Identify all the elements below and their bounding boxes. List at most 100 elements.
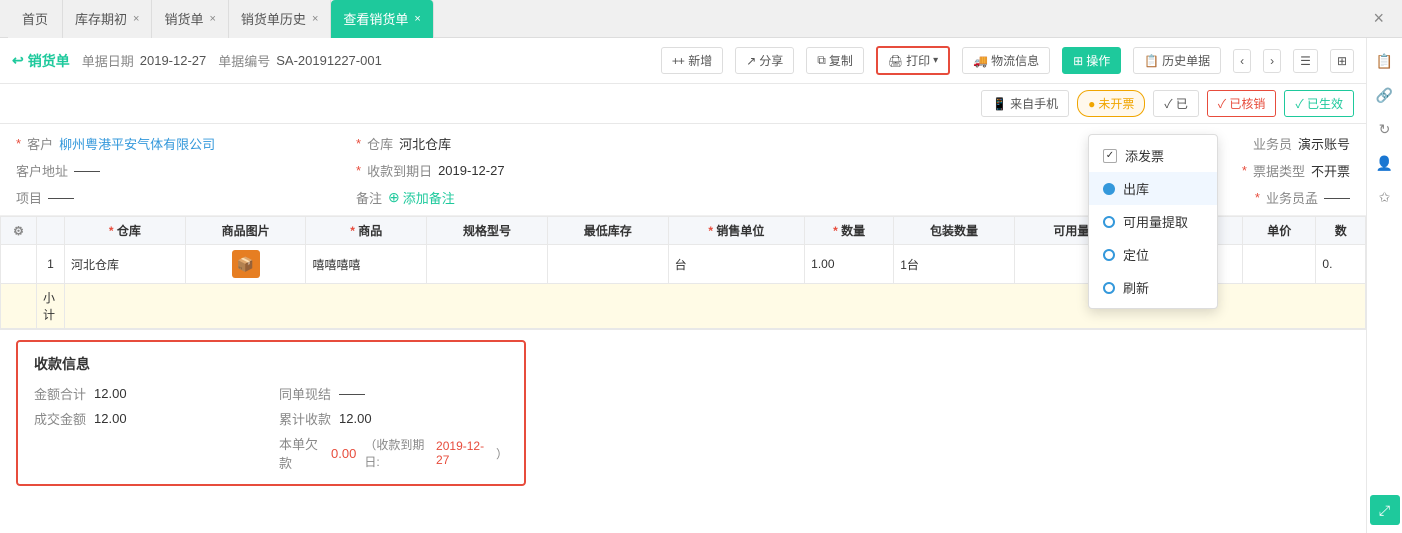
ops-icon: ⊞ [1073,54,1083,68]
col-spec: 规格型号 [427,217,548,245]
circle-icon: ● [1088,97,1095,111]
due-row: 本单欠款 0.00 （收款到期日: 2019-12-27 ） [279,434,508,472]
plus-remark-icon: ⊕ [388,189,400,206]
sidebar-link-icon[interactable]: 🔗 [1370,80,1400,110]
share-icon: ↗ [746,54,756,68]
next-btn[interactable]: › [1263,49,1281,73]
sidebar-expand-icon[interactable]: ⤢ [1370,495,1400,525]
current-due-field [34,434,263,472]
list-view-btn[interactable]: ☰ [1293,49,1318,73]
row-sales-unit: 台 [668,245,805,284]
operator-field: 业务员 演示账号 [1253,134,1350,153]
col-amount: 数 [1316,217,1366,245]
sales-icon: ↩ [12,52,24,69]
sidebar-person-icon[interactable]: 👤 [1370,148,1400,178]
tab-close-history[interactable]: × [312,13,318,25]
dropdown-item-refresh[interactable]: 刷新 [1089,271,1217,304]
locate-dot-icon [1103,249,1115,261]
checkbox-icon: ✓ [1103,149,1117,163]
row-settings [1,245,37,284]
grid-view-btn[interactable]: ⊞ [1330,49,1354,73]
sidebar-copy-icon[interactable]: 📋 [1370,46,1400,76]
row-spec [427,245,548,284]
from-phone-btn[interactable]: 📱 来自手机 [981,90,1069,117]
tab-inventory-init[interactable]: 库存期初 × [63,0,152,38]
row-product: 嘻嘻嘻嘻 [306,245,427,284]
salesperson-field: * 业务员孟 —— [1255,188,1350,207]
sidebar-star-icon[interactable]: ✩ [1370,182,1400,212]
confirm-btn[interactable]: ✓ 已 [1153,90,1199,117]
row-num: 1 [37,245,65,284]
row-unit-price [1243,245,1316,284]
already-sold-btn[interactable]: ✓ 已核销 [1207,90,1277,117]
history-btn[interactable]: 📋 历史单据 [1133,47,1221,74]
ticket-type-field: * 票据类型 不开票 [1242,161,1350,180]
content-area: ↩ 销货单 单据日期 2019-12-27 单据编号 SA-20191227-0… [0,38,1366,533]
col-quantity: * 数量 [805,217,894,245]
copy-icon: ⧉ [817,53,826,68]
row-amount: 0. [1316,245,1366,284]
settings-icon[interactable]: ⚙ [13,224,24,238]
col-pack-qty: 包装数量 [894,217,1015,245]
blue-dot-icon [1103,183,1115,195]
payment-info-box: 收款信息 金额合计 12.00 同单现结 —— 成交金额 12.00 累计收款 … [16,340,526,486]
already-effective-btn[interactable]: ✓ 已生效 [1284,90,1354,117]
copy-btn[interactable]: ⧉ 复制 [806,47,864,74]
payment-title: 收款信息 [34,354,508,374]
row-warehouse: 河北仓库 [65,245,186,284]
project-field: 项目 —— [16,188,356,207]
row-product-img: 📦 [185,245,306,284]
add-btn[interactable]: + + 新增 [661,47,723,74]
tab-sales-history[interactable]: 销货单历史 × [229,0,331,38]
sidebar-refresh-icon[interactable]: ↻ [1370,114,1400,144]
tab-sales-order[interactable]: 销货单 × [152,0,228,38]
ops-dropdown: ✓ 添发票 出库 可用量提取 定位 刷新 [1088,134,1218,309]
doc-header: ↩ 销货单 单据日期 2019-12-27 单据编号 SA-20191227-0… [0,38,1366,84]
main-layout: ↩ 销货单 单据日期 2019-12-27 单据编号 SA-20191227-0… [0,38,1402,533]
transaction-field: 成交金额 12.00 [34,409,263,428]
tab-close-view[interactable]: × [414,13,420,25]
same-order-field: 同单现结 —— [279,384,508,403]
window-close-btn[interactable]: × [1363,8,1394,29]
col-product: * 商品 [306,217,427,245]
dropdown-item-outbound[interactable]: 出库 [1089,172,1217,205]
doc-type: ↩ 销货单 [12,51,70,71]
ops-btn[interactable]: ⊞ 操作 [1062,47,1121,74]
product-thumbnail: 📦 [232,250,260,278]
history-icon: 📋 [1144,54,1159,68]
share-btn[interactable]: ↗ 分享 [735,47,794,74]
right-sidebar: 📋 🔗 ↻ 👤 ✩ ⤢ [1366,38,1402,533]
check-icon: ✓ [1218,97,1226,111]
prev-btn[interactable]: ‹ [1233,49,1251,73]
add-remark-btn[interactable]: ⊕ 添加备注 [388,188,455,207]
print-icon: 🖨 [888,54,903,68]
truck-icon: 🚚 [973,54,988,68]
logistics-btn[interactable]: 🚚 物流信息 [962,47,1050,74]
col-warehouse: * 仓库 [65,217,186,245]
not-open-btn[interactable]: ● 未开票 [1077,90,1145,117]
addr-field: 客户地址 —— [16,161,356,180]
row-quantity: 1.00 [805,245,894,284]
print-btn[interactable]: 🖨 打印 ▾ [876,46,950,75]
dropdown-item-add-invoice[interactable]: ✓ 添发票 [1089,139,1217,172]
tab-view-sales[interactable]: 查看销货单 × [331,0,433,38]
payment-grid: 金额合计 12.00 同单现结 —— 成交金额 12.00 累计收款 12.00 [34,384,508,472]
tab-close-sales[interactable]: × [209,13,215,25]
print-dropdown-arrow: ▾ [933,55,938,66]
remark-field: 备注 ⊕ 添加备注 [356,188,636,207]
row-pack-qty: 1台 [894,245,1015,284]
dropdown-item-available[interactable]: 可用量提取 [1089,205,1217,238]
row-min-stock [547,245,668,284]
tab-home[interactable]: 首页 [8,0,63,38]
col-product-img: 商品图片 [185,217,306,245]
effective-icon: ✓ [1295,97,1303,111]
tab-close-inventory[interactable]: × [133,13,139,25]
dropdown-item-locate[interactable]: 定位 [1089,238,1217,271]
doc-date-field: 单据日期 2019-12-27 [82,51,207,70]
col-sales-unit: * 销售单位 [668,217,805,245]
refresh-dot-icon [1103,282,1115,294]
col-unit-price: 单价 [1243,217,1316,245]
col-settings: ⚙ [1,217,37,245]
warehouse-field: * 仓库 河北仓库 [356,134,636,153]
total-field: 金额合计 12.00 [34,384,263,403]
